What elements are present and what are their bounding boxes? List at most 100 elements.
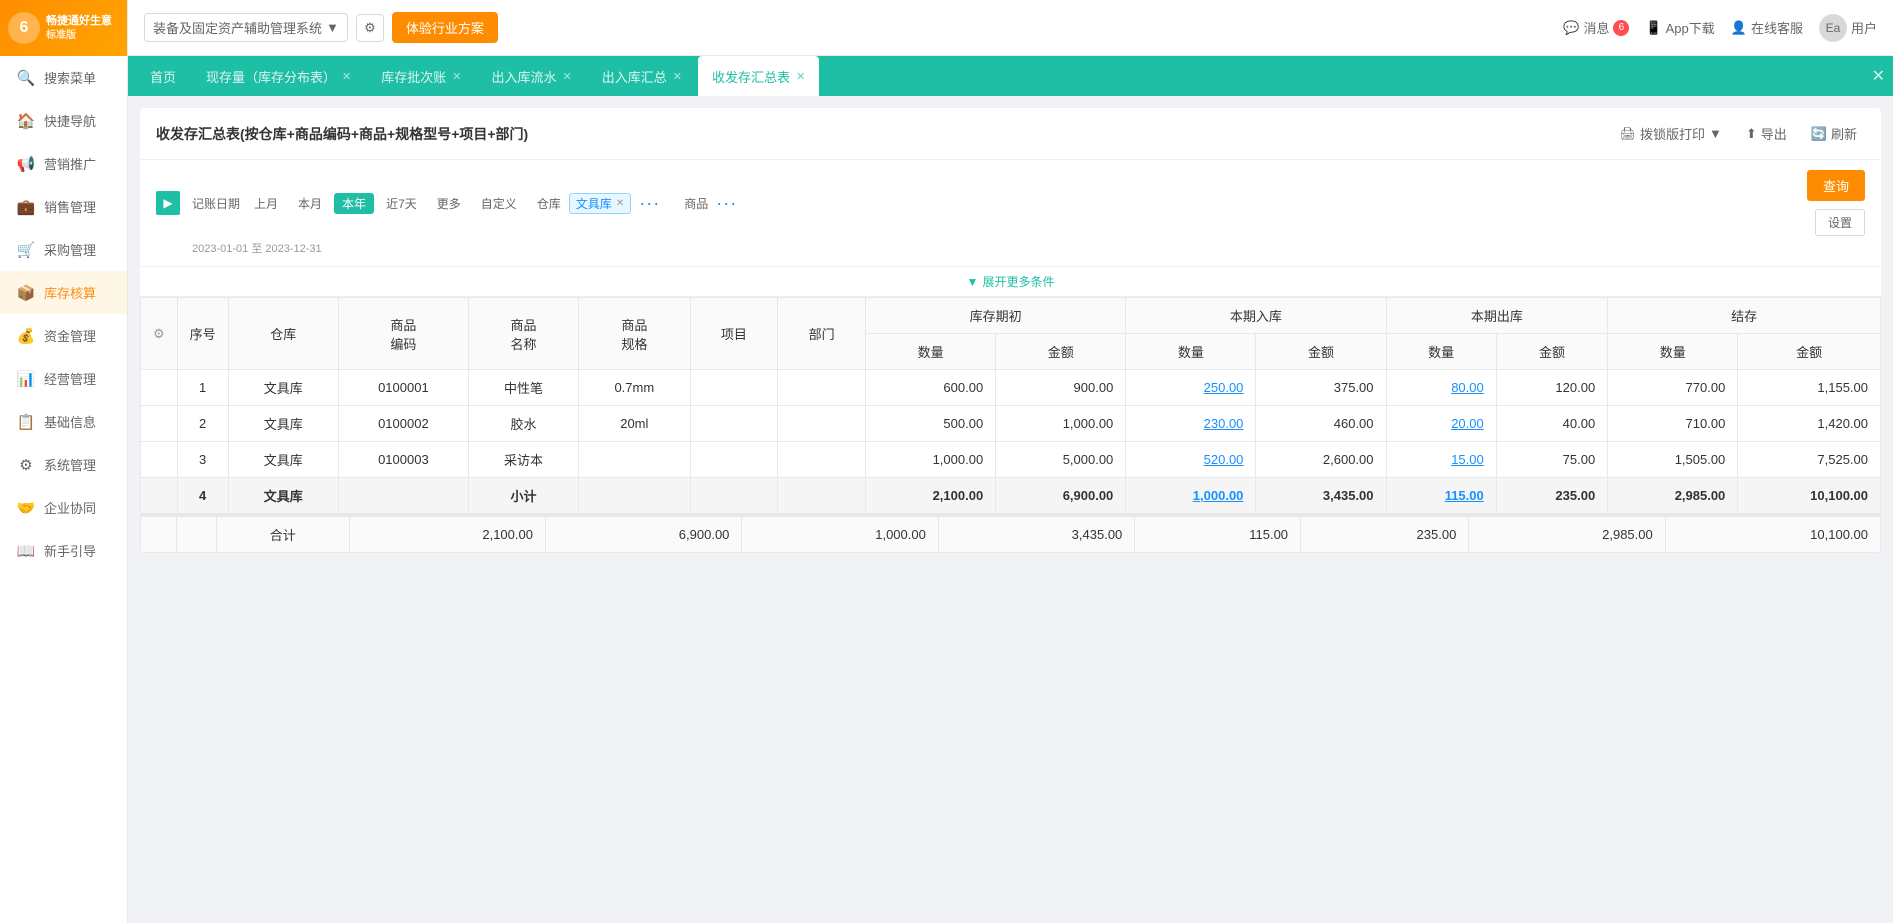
subtotal-end-amt: 10,100.00 bbox=[1738, 478, 1881, 514]
sidebar: 6 畅捷通好生意 标准版 🔍 搜索菜单 🏠 快捷导航 📢 营销推广 💼 销售管理… bbox=[0, 0, 128, 923]
row-gear-cell bbox=[141, 442, 178, 478]
tab-batch-label: 库存批次账 bbox=[381, 67, 446, 86]
refresh-button[interactable]: 🔄 刷新 bbox=[1803, 120, 1865, 147]
system-selector[interactable]: 装备及固定资产辅助管理系统 ▼ bbox=[144, 13, 348, 42]
row-start-qty: 1,000.00 bbox=[866, 442, 996, 478]
warehouse-label: 仓库 bbox=[537, 195, 561, 212]
mobile-icon: 📱 bbox=[1645, 20, 1661, 36]
row-code: 0100001 bbox=[338, 370, 468, 406]
sidebar-item-marketing[interactable]: 📢 营销推广 bbox=[0, 142, 127, 185]
subtotal-out-qty[interactable]: 115.00 bbox=[1386, 478, 1496, 514]
gear-icon: ⚙ bbox=[153, 326, 165, 341]
filter-expand-arrow[interactable]: ▶ bbox=[156, 191, 180, 215]
row-dept bbox=[778, 442, 866, 478]
row-in-qty[interactable]: 250.00 bbox=[1126, 370, 1256, 406]
tab-collection-summary[interactable]: 收发存汇总表 ✕ bbox=[698, 56, 819, 96]
sub-in-amt: 金额 bbox=[1256, 334, 1386, 370]
sidebar-item-enterprise[interactable]: 🤝 企业协同 bbox=[0, 486, 127, 529]
more-date-btn[interactable]: 更多 bbox=[429, 193, 469, 214]
user-initials: Ea bbox=[1826, 21, 1841, 35]
row-spec: 20ml bbox=[579, 406, 690, 442]
subtotal-no: 4 bbox=[177, 478, 228, 514]
row-start-qty: 500.00 bbox=[866, 406, 996, 442]
basic-icon: 📋 bbox=[16, 413, 36, 431]
query-button[interactable]: 查询 bbox=[1807, 170, 1865, 201]
sidebar-item-basic[interactable]: 📋 基础信息 bbox=[0, 400, 127, 443]
right-action-buttons: 查询 设置 bbox=[1807, 170, 1865, 236]
tabbar: 首页 现存量（库存分布表） ✕ 库存批次账 ✕ 出入库流水 ✕ 出入库汇总 ✕ … bbox=[128, 56, 1893, 96]
tab-home[interactable]: 首页 bbox=[136, 56, 190, 96]
print-label: 拨锁版打印 bbox=[1640, 124, 1705, 143]
warehouse-tag-close[interactable]: ✕ bbox=[616, 198, 624, 209]
export-button[interactable]: ⬆ 导出 bbox=[1738, 120, 1795, 147]
purchase-icon: 🛒 bbox=[16, 241, 36, 259]
dropdown-arrow-icon: ▼ bbox=[326, 20, 339, 35]
expand-down-icon: ▼ bbox=[967, 275, 979, 289]
row-out-qty[interactable]: 20.00 bbox=[1386, 406, 1496, 442]
last7days-btn[interactable]: 近7天 bbox=[378, 193, 425, 214]
sub-end-qty: 数量 bbox=[1608, 334, 1738, 370]
col-no-header: 序号 bbox=[177, 298, 228, 370]
page-title: 收发存汇总表(按仓库+商品编码+商品+规格型号+项目+部门) bbox=[156, 124, 528, 144]
row-code: 0100003 bbox=[338, 442, 468, 478]
row-start-qty: 600.00 bbox=[866, 370, 996, 406]
tab-batch[interactable]: 库存批次账 ✕ bbox=[367, 56, 475, 96]
tab-inout-summary-close[interactable]: ✕ bbox=[673, 70, 682, 83]
print-button[interactable]: 🖨 拨锁版打印 ▼ bbox=[1611, 120, 1729, 147]
cur-month-btn[interactable]: 本月 bbox=[290, 193, 330, 214]
user-menu[interactable]: Ea 用户 bbox=[1819, 14, 1877, 42]
home-icon: 🏠 bbox=[16, 112, 36, 130]
row-in-qty[interactable]: 520.00 bbox=[1126, 442, 1256, 478]
expand-conditions-button[interactable]: ▼ 展开更多条件 bbox=[967, 273, 1055, 290]
sidebar-item-operations[interactable]: 📊 经营管理 bbox=[0, 357, 127, 400]
sidebar-item-search[interactable]: 🔍 搜索菜单 bbox=[0, 56, 127, 99]
user-avatar: Ea bbox=[1819, 14, 1847, 42]
tab-inout-flow[interactable]: 出入库流水 ✕ bbox=[477, 56, 585, 96]
tab-inout-flow-label: 出入库流水 bbox=[491, 67, 556, 86]
sidebar-item-newuser[interactable]: 📖 新手引导 bbox=[0, 529, 127, 572]
expand-label: 展开更多条件 bbox=[982, 273, 1054, 290]
settings-button[interactable]: ⚙ bbox=[356, 14, 384, 42]
footer-in-amt: 3,435.00 bbox=[938, 517, 1134, 553]
cur-year-btn[interactable]: 本年 bbox=[334, 193, 374, 214]
tab-inventory-dist-close[interactable]: ✕ bbox=[342, 70, 351, 83]
tab-batch-close[interactable]: ✕ bbox=[452, 70, 461, 83]
sidebar-item-sales[interactable]: 💼 销售管理 bbox=[0, 185, 127, 228]
date-filter-label: 记账日期 bbox=[192, 195, 240, 212]
sidebar-item-quicknav[interactable]: 🏠 快捷导航 bbox=[0, 99, 127, 142]
sidebar-item-finance[interactable]: 💰 资金管理 bbox=[0, 314, 127, 357]
content-area: 收发存汇总表(按仓库+商品编码+商品+规格型号+项目+部门) 🖨 拨锁版打印 ▼… bbox=[128, 96, 1893, 923]
sidebar-item-inventory[interactable]: 📦 库存核算 bbox=[0, 271, 127, 314]
row-in-qty[interactable]: 230.00 bbox=[1126, 406, 1256, 442]
online-support-button[interactable]: 👤 在线客服 bbox=[1731, 18, 1803, 37]
sidebar-item-purchase[interactable]: 🛒 采购管理 bbox=[0, 228, 127, 271]
tab-inout-summary[interactable]: 出入库汇总 ✕ bbox=[588, 56, 696, 96]
logo-number: 6 bbox=[20, 19, 29, 37]
tab-inventory-dist[interactable]: 现存量（库存分布表） ✕ bbox=[192, 56, 365, 96]
warehouse-more-dots[interactable]: ··· bbox=[639, 193, 660, 214]
date-range-text: 2023-01-01 至 2023-12-31 bbox=[192, 243, 322, 255]
row-gear-cell bbox=[141, 406, 178, 442]
sidebar-item-label: 搜索菜单 bbox=[44, 68, 96, 87]
gear-icon: ⚙ bbox=[364, 20, 376, 36]
sales-icon: 💼 bbox=[16, 198, 36, 216]
sidebar-item-system[interactable]: ⚙ 系统管理 bbox=[0, 443, 127, 486]
setting-button[interactable]: 设置 bbox=[1815, 209, 1865, 236]
row-out-qty[interactable]: 15.00 bbox=[1386, 442, 1496, 478]
prev-month-btn[interactable]: 上月 bbox=[246, 193, 286, 214]
goods-more-dots[interactable]: ··· bbox=[716, 193, 737, 214]
close-all-tabs[interactable]: ✕ bbox=[1872, 66, 1885, 86]
custom-date-btn[interactable]: 自定义 bbox=[473, 193, 525, 214]
messages-button[interactable]: 💬 消息 6 bbox=[1563, 18, 1629, 37]
tab-collection-summary-close[interactable]: ✕ bbox=[796, 70, 805, 83]
totals-table: 合计 2,100.00 6,900.00 1,000.00 3,435.00 1… bbox=[140, 516, 1881, 553]
table-settings-header[interactable]: ⚙ bbox=[141, 298, 178, 370]
subtotal-in-qty[interactable]: 1,000.00 bbox=[1126, 478, 1256, 514]
experience-button[interactable]: 体验行业方案 bbox=[392, 12, 498, 43]
tab-inout-flow-close[interactable]: ✕ bbox=[563, 70, 572, 83]
row-name: 胶水 bbox=[468, 406, 578, 442]
app-download-button[interactable]: 📱 App下载 bbox=[1645, 18, 1714, 37]
sidebar-item-label: 企业协同 bbox=[44, 498, 96, 517]
row-warehouse: 文具库 bbox=[228, 406, 338, 442]
row-out-qty[interactable]: 80.00 bbox=[1386, 370, 1496, 406]
